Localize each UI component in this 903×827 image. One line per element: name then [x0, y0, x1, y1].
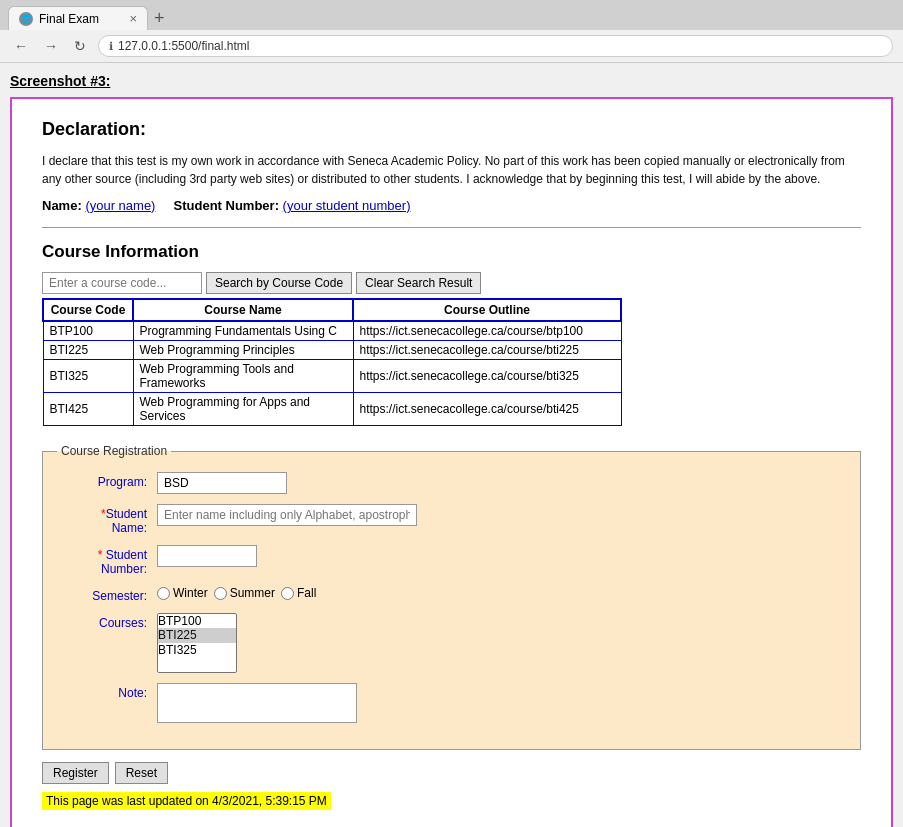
note-textarea[interactable]	[157, 683, 357, 723]
back-button[interactable]: ←	[10, 36, 32, 56]
table-row: BTI325Web Programming Tools and Framewor…	[43, 360, 621, 393]
course-info-title: Course Information	[42, 242, 861, 262]
course-table: Course Code Course Name Course Outline B…	[42, 298, 622, 426]
course-name-cell: Web Programming for Apps and Services	[133, 393, 353, 426]
course-outline-cell: https://ict.senecacollege.ca/course/bti4…	[353, 393, 621, 426]
table-row: BTP100Programming Fundamentals Using Cht…	[43, 321, 621, 341]
course-code-input[interactable]	[42, 272, 202, 294]
fall-radio[interactable]	[281, 587, 294, 600]
declaration-text: I declare that this test is my own work …	[42, 152, 861, 188]
course-name-cell: Web Programming Tools and Frameworks	[133, 360, 353, 393]
course-code-cell: BTI225	[43, 341, 133, 360]
winter-label: Winter	[173, 586, 208, 600]
browser-chrome: 🌐 Final Exam × + ← → ↻ ℹ 127.0.0.1:5500/…	[0, 0, 903, 63]
reset-button[interactable]: Reset	[115, 762, 168, 784]
student-name-label: *StudentName:	[57, 504, 157, 535]
page-wrapper: Screenshot #3: Declaration: I declare th…	[0, 63, 903, 827]
winter-radio[interactable]	[157, 587, 170, 600]
summer-radio-label[interactable]: Summer	[214, 586, 275, 600]
secure-icon: ℹ	[109, 40, 113, 53]
search-button[interactable]: Search by Course Code	[206, 272, 352, 294]
student-name-input[interactable]	[157, 504, 417, 526]
refresh-button[interactable]: ↻	[70, 36, 90, 56]
clear-search-button[interactable]: Clear Search Result	[356, 272, 481, 294]
semester-row: Semester: Winter Summer Fall	[57, 586, 840, 603]
course-outline-cell: https://ict.senecacollege.ca/course/bti2…	[353, 341, 621, 360]
student-number-value: (your student number)	[283, 198, 411, 213]
student-number-label: Student Number:	[174, 198, 279, 213]
page-content: Declaration: I declare that this test is…	[10, 97, 893, 827]
last-updated: This page was last updated on 4/3/2021, …	[42, 792, 331, 810]
student-number-input[interactable]	[157, 545, 257, 567]
registration-fieldset: Course Registration Program: *StudentNam…	[42, 444, 861, 750]
summer-label: Summer	[230, 586, 275, 600]
tab-favicon: 🌐	[19, 12, 33, 26]
form-buttons: Register Reset	[42, 762, 861, 784]
winter-radio-label[interactable]: Winter	[157, 586, 208, 600]
course-code-cell: BTP100	[43, 321, 133, 341]
course-code-cell: BTI425	[43, 393, 133, 426]
courses-row: Courses: BTP100BTI225BTI325	[57, 613, 840, 673]
note-label: Note:	[57, 683, 157, 700]
tab-title: Final Exam	[39, 12, 121, 26]
register-button[interactable]: Register	[42, 762, 109, 784]
course-name-cell: Programming Fundamentals Using C	[133, 321, 353, 341]
table-row: BTI225Web Programming Principleshttps://…	[43, 341, 621, 360]
name-line: Name: (your name) Student Number: (your …	[42, 198, 861, 213]
registration-legend: Course Registration	[57, 444, 171, 458]
name-value: (your name)	[85, 198, 155, 213]
program-row: Program:	[57, 472, 840, 494]
program-label: Program:	[57, 472, 157, 489]
student-number-label: * StudentNumber:	[57, 545, 157, 576]
declaration-title: Declaration:	[42, 119, 861, 140]
divider	[42, 227, 861, 228]
search-area: Search by Course Code Clear Search Resul…	[42, 272, 861, 294]
url-bar[interactable]: ℹ 127.0.0.1:5500/final.html	[98, 35, 893, 57]
col-header-name: Course Name	[133, 299, 353, 321]
fall-radio-label[interactable]: Fall	[281, 586, 316, 600]
course-outline-cell: https://ict.senecacollege.ca/course/bti3…	[353, 360, 621, 393]
name-label: Name:	[42, 198, 82, 213]
forward-button[interactable]: →	[40, 36, 62, 56]
col-header-outline: Course Outline	[353, 299, 621, 321]
student-name-row: *StudentName:	[57, 504, 840, 535]
tab-close-button[interactable]: ×	[129, 11, 137, 26]
tab-bar: 🌐 Final Exam × +	[0, 0, 903, 30]
course-name-cell: Web Programming Principles	[133, 341, 353, 360]
note-row: Note:	[57, 683, 840, 723]
address-bar: ← → ↻ ℹ 127.0.0.1:5500/final.html	[0, 30, 903, 62]
semester-options: Winter Summer Fall	[157, 586, 316, 600]
url-text: 127.0.0.1:5500/final.html	[118, 39, 249, 53]
courses-label: Courses:	[57, 613, 157, 630]
program-input[interactable]	[157, 472, 287, 494]
screenshot-label: Screenshot #3:	[10, 73, 893, 89]
col-header-code: Course Code	[43, 299, 133, 321]
fall-label: Fall	[297, 586, 316, 600]
new-tab-button[interactable]: +	[154, 9, 165, 27]
courses-select[interactable]: BTP100BTI225BTI325	[157, 613, 237, 673]
semester-label: Semester:	[57, 586, 157, 603]
course-outline-cell: https://ict.senecacollege.ca/course/btp1…	[353, 321, 621, 341]
browser-tab[interactable]: 🌐 Final Exam ×	[8, 6, 148, 30]
course-code-cell: BTI325	[43, 360, 133, 393]
summer-radio[interactable]	[214, 587, 227, 600]
student-number-row: * StudentNumber:	[57, 545, 840, 576]
table-row: BTI425Web Programming for Apps and Servi…	[43, 393, 621, 426]
